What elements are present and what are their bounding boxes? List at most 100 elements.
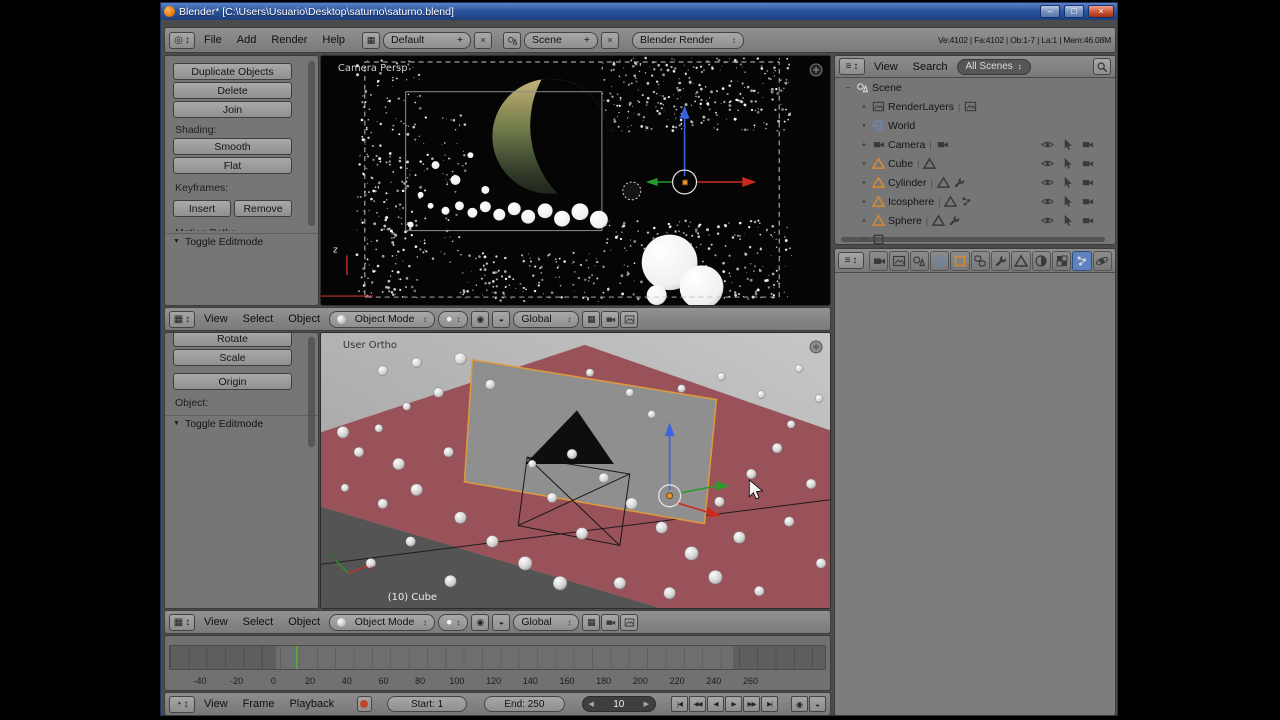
mode-selector[interactable]: Object Mode ↕ bbox=[329, 310, 436, 328]
tab-object-data[interactable] bbox=[1011, 250, 1031, 271]
viewport-shading-selector-2[interactable]: ● ↕ bbox=[438, 613, 469, 631]
editor-type-button-3dview-2[interactable]: ▦ ↕ bbox=[169, 613, 195, 631]
timeline-track[interactable] bbox=[169, 645, 826, 670]
menu-tl-frame[interactable]: Frame bbox=[237, 698, 281, 710]
selectable-cursor-icon[interactable] bbox=[1061, 214, 1074, 227]
viewport-camera[interactable]: z Camera Persp bbox=[320, 55, 831, 306]
menu-view[interactable]: View bbox=[198, 313, 234, 325]
visibility-eye-icon[interactable] bbox=[1041, 176, 1054, 189]
playback-button-4[interactable]: ▶▶ bbox=[743, 696, 760, 712]
selectable-cursor-icon[interactable] bbox=[1061, 195, 1074, 208]
render-opengl-button[interactable] bbox=[601, 310, 620, 328]
outliner-item-cylinder[interactable]: + Cylinder | bbox=[835, 173, 1115, 192]
tab-physics[interactable] bbox=[1092, 250, 1112, 271]
maximize-button[interactable]: □ bbox=[1064, 5, 1084, 18]
editor-type-button-info[interactable]: ◎ ↕ bbox=[169, 31, 195, 49]
ortho-viewport-canvas[interactable]: x y User Ortho (10) Cube bbox=[321, 333, 830, 608]
outliner-scrollbar[interactable] bbox=[841, 237, 1105, 242]
menu-help[interactable]: Help bbox=[316, 34, 351, 46]
insert-keyframe-button[interactable]: Insert bbox=[173, 200, 231, 217]
transform-orientation-selector-2[interactable]: Global ↕ bbox=[513, 613, 580, 631]
menu-tl-view[interactable]: View bbox=[198, 698, 234, 710]
expand-icon[interactable]: + bbox=[859, 159, 869, 168]
tab-render[interactable] bbox=[869, 250, 889, 271]
visibility-eye-icon[interactable] bbox=[1041, 157, 1054, 170]
visibility-eye-icon[interactable] bbox=[1041, 214, 1054, 227]
visibility-eye-icon[interactable] bbox=[1041, 138, 1054, 151]
audio-scrub-button[interactable]: ◒ bbox=[809, 696, 826, 712]
outliner-filter-selector[interactable]: All Scenes ↕ bbox=[956, 58, 1031, 75]
layers-button-2[interactable]: ▦ bbox=[582, 613, 601, 631]
renderable-camera-icon[interactable] bbox=[1081, 138, 1094, 151]
sync-playback-button[interactable]: ◉ bbox=[791, 696, 808, 712]
tab-constraints[interactable] bbox=[970, 250, 990, 271]
outliner-item-cube[interactable]: + Cube | bbox=[835, 154, 1115, 173]
delete-scene-button[interactable]: × bbox=[601, 31, 620, 49]
screen-layout-icon-button[interactable]: ▦ bbox=[362, 31, 381, 49]
menu-select-2[interactable]: Select bbox=[237, 616, 280, 628]
selectable-cursor-icon[interactable] bbox=[1061, 176, 1074, 189]
editor-type-button-timeline[interactable]: ◔ ↕ bbox=[169, 695, 195, 713]
smooth-button[interactable]: Smooth bbox=[173, 138, 292, 155]
menu-tl-playback[interactable]: Playback bbox=[283, 698, 340, 710]
frame-end-field[interactable]: End: 250 bbox=[484, 696, 565, 712]
screen-layout-selector[interactable]: Default + bbox=[383, 31, 472, 49]
timeline-ruler[interactable]: -40 -20 0 20 40 60 80 100 120 140 160 180 200 220 240 2… bbox=[164, 635, 831, 691]
toolshelf-scrollbar-2[interactable] bbox=[308, 337, 315, 447]
playback-button-2[interactable]: ◀ bbox=[707, 696, 724, 712]
playback-button-5[interactable]: ▶| bbox=[761, 696, 778, 712]
tab-particles[interactable] bbox=[1072, 250, 1092, 271]
tab-scene[interactable] bbox=[909, 250, 929, 271]
expand-icon[interactable]: + bbox=[859, 178, 869, 187]
tab-object[interactable] bbox=[950, 250, 970, 271]
playback-button-3[interactable]: ▶ bbox=[725, 696, 742, 712]
outliner-item-icosphere[interactable]: + Icosphere | bbox=[835, 192, 1115, 211]
current-frame-field[interactable]: ◀ 10 ▶ bbox=[581, 696, 656, 712]
menu-render[interactable]: Render bbox=[265, 34, 313, 46]
camera-viewport-canvas[interactable]: z Camera Persp bbox=[321, 56, 830, 305]
selectable-cursor-icon[interactable] bbox=[1061, 138, 1074, 151]
selected-sphere-outline[interactable] bbox=[622, 181, 642, 201]
menu-object[interactable]: Object bbox=[282, 313, 326, 325]
flat-button[interactable]: Flat bbox=[173, 157, 292, 174]
viewport-collapse-widget[interactable] bbox=[809, 63, 823, 77]
toggle-editmode-panel-2[interactable]: ▼ Toggle Editmode bbox=[165, 415, 318, 431]
outliner-item-renderlayers[interactable]: + RenderLayers | bbox=[835, 97, 1115, 116]
expand-icon[interactable]: + bbox=[859, 102, 869, 111]
tab-material[interactable] bbox=[1031, 250, 1051, 271]
collapse-icon[interactable]: − bbox=[843, 83, 853, 92]
menu-select[interactable]: Select bbox=[237, 313, 280, 325]
tab-texture[interactable] bbox=[1051, 250, 1072, 271]
origin-button[interactable]: Origin bbox=[173, 373, 292, 390]
minimize-button[interactable]: – bbox=[1040, 5, 1060, 18]
viewport-shading-selector[interactable]: ● ↕ bbox=[438, 310, 469, 328]
editor-type-button-properties[interactable]: ≡ ↕ bbox=[838, 252, 864, 269]
pivot-point-button-2[interactable]: ◉ bbox=[471, 613, 490, 631]
auto-keyframe-record-button[interactable] bbox=[357, 696, 372, 712]
render-anim-button[interactable] bbox=[620, 310, 639, 328]
menu-add[interactable]: Add bbox=[231, 34, 263, 46]
rotate-button[interactable]: Rotate bbox=[173, 333, 292, 347]
scene-selector[interactable]: Scene + bbox=[524, 31, 599, 49]
outliner-item-sphere[interactable]: + Sphere | bbox=[835, 211, 1115, 230]
scene-icon-button[interactable] bbox=[503, 31, 522, 49]
delete-button[interactable]: Delete bbox=[173, 82, 292, 99]
tab-render-layers[interactable] bbox=[889, 250, 909, 271]
render-engine-selector[interactable]: Blender Render ↕ bbox=[632, 31, 745, 49]
visibility-eye-icon[interactable] bbox=[1041, 195, 1054, 208]
close-button[interactable]: × bbox=[1088, 5, 1114, 18]
renderable-camera-icon[interactable] bbox=[1081, 195, 1094, 208]
renderable-camera-icon[interactable] bbox=[1081, 157, 1094, 170]
playback-button-0[interactable]: |◀ bbox=[671, 696, 688, 712]
scale-button[interactable]: Scale bbox=[173, 349, 292, 366]
menu-file[interactable]: File bbox=[198, 34, 228, 46]
outliner-item-world[interactable]: • World bbox=[835, 116, 1115, 135]
window-titlebar[interactable]: Blender* [C:\Users\Usuario\Desktop\satur… bbox=[161, 3, 1117, 20]
delete-layout-button[interactable]: × bbox=[474, 31, 493, 49]
snap-element-button[interactable]: ◒ bbox=[492, 310, 511, 328]
toolshelf-scrollbar[interactable] bbox=[308, 61, 315, 226]
viewport-user-ortho[interactable]: x y User Ortho (10) Cube bbox=[320, 332, 831, 609]
playback-button-1[interactable]: ◀◀ bbox=[689, 696, 706, 712]
duplicate-objects-button[interactable]: Duplicate Objects bbox=[173, 63, 292, 80]
frame-start-field[interactable]: Start: 1 bbox=[386, 696, 468, 712]
